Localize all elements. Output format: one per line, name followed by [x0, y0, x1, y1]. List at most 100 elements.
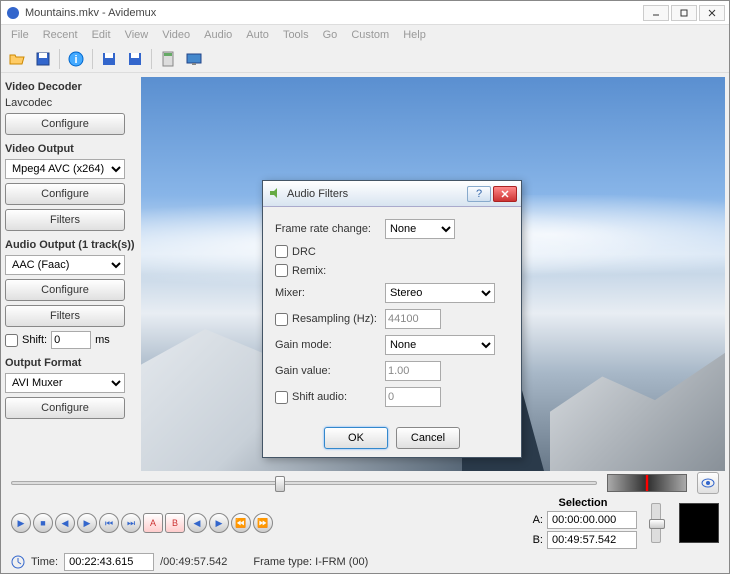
video-output-label: Video Output: [5, 143, 137, 155]
shift-label: Shift:: [22, 334, 47, 346]
volume-thumb[interactable]: [649, 519, 665, 529]
drc-label: DRC: [292, 246, 316, 258]
save-icon[interactable]: [31, 47, 55, 71]
timeline-row: [1, 471, 729, 495]
gain-mode-label: Gain mode:: [275, 339, 377, 351]
gain-value-input[interactable]: 1.00: [385, 361, 441, 381]
output-format-label: Output Format: [5, 357, 137, 369]
open-icon[interactable]: [5, 47, 29, 71]
last-frame-button[interactable]: ⏩: [253, 513, 273, 533]
timeline-thumb[interactable]: [275, 476, 285, 492]
frame-type: Frame type: I-FRM (00): [253, 556, 368, 568]
mixer-label: Mixer:: [275, 287, 377, 299]
save-audio-icon[interactable]: [123, 47, 147, 71]
close-button[interactable]: [699, 5, 725, 21]
output-format-select[interactable]: AVI Muxer: [5, 373, 125, 393]
selection-panel: Selection A:00:00:00.000 B:00:49:57.542: [529, 497, 637, 549]
clock-icon: [11, 555, 25, 569]
resampling-checkbox[interactable]: [275, 313, 288, 326]
time-label: Time:: [31, 556, 58, 568]
remix-checkbox[interactable]: [275, 264, 288, 277]
set-marker-a-button[interactable]: A: [143, 513, 163, 533]
prev-keyframe-button[interactable]: ⏮: [99, 513, 119, 533]
ok-button[interactable]: OK: [324, 427, 388, 449]
svg-text:i: i: [74, 54, 77, 66]
toolbar: i: [1, 45, 729, 73]
menu-tools[interactable]: Tools: [277, 27, 315, 43]
time-input[interactable]: [64, 553, 154, 571]
menu-edit[interactable]: Edit: [86, 27, 117, 43]
menu-go[interactable]: Go: [317, 27, 344, 43]
dialog-close-button[interactable]: [493, 186, 517, 202]
next-black-frame-button[interactable]: ▶: [209, 513, 229, 533]
menu-custom[interactable]: Custom: [345, 27, 395, 43]
audio-output-configure-button[interactable]: Configure: [5, 279, 125, 301]
resampling-input[interactable]: 44100: [385, 309, 441, 329]
sidebar: Video Decoder Lavcodec Configure Video O…: [1, 73, 141, 471]
shift-input[interactable]: [51, 331, 91, 349]
preview-toggle-button[interactable]: [697, 472, 719, 494]
menu-file[interactable]: File: [5, 27, 35, 43]
display-icon[interactable]: [182, 47, 206, 71]
mixer-select[interactable]: Stereo: [385, 283, 495, 303]
menu-view[interactable]: View: [119, 27, 155, 43]
video-decoder-label: Video Decoder: [5, 81, 137, 93]
first-frame-button[interactable]: ⏪: [231, 513, 251, 533]
menu-recent[interactable]: Recent: [37, 27, 84, 43]
volume-slider[interactable]: [651, 503, 661, 543]
next-frame-button[interactable]: ▶: [77, 513, 97, 533]
frame-rate-select[interactable]: None: [385, 219, 455, 239]
selection-b-label: B:: [529, 534, 543, 546]
video-output-filters-button[interactable]: Filters: [5, 209, 125, 231]
shift-unit: ms: [95, 334, 110, 346]
menu-audio[interactable]: Audio: [198, 27, 238, 43]
dialog-titlebar[interactable]: Audio Filters ?: [263, 181, 521, 207]
minimize-button[interactable]: [643, 5, 669, 21]
video-output-configure-button[interactable]: Configure: [5, 183, 125, 205]
titlebar: Mountains.mkv - Avidemux: [1, 1, 729, 25]
status-bar: Time: /00:49:57.542 Frame type: I-FRM (0…: [1, 551, 729, 573]
play-button[interactable]: ▶: [11, 513, 31, 533]
audio-filters-dialog: Audio Filters ? Frame rate change: None …: [262, 180, 522, 458]
app-icon: [5, 5, 21, 21]
output-format-configure-button[interactable]: Configure: [5, 397, 125, 419]
video-decoder-configure-button[interactable]: Configure: [5, 113, 125, 135]
shift-audio-checkbox[interactable]: [275, 391, 288, 404]
timeline-slider[interactable]: [11, 481, 597, 485]
cancel-button[interactable]: Cancel: [396, 427, 460, 449]
time-total: /00:49:57.542: [160, 556, 227, 568]
calculator-icon[interactable]: [156, 47, 180, 71]
shift-audio-input[interactable]: 0: [385, 387, 441, 407]
remix-label: Remix:: [292, 265, 326, 277]
dialog-title: Audio Filters: [287, 188, 467, 200]
video-decoder-codec: Lavcodec: [5, 97, 137, 109]
dialog-help-button[interactable]: ?: [467, 186, 491, 202]
frame-rate-label: Frame rate change:: [275, 223, 377, 235]
drc-checkbox[interactable]: [275, 245, 288, 258]
shift-audio-label: Shift audio:: [292, 391, 347, 403]
shift-checkbox[interactable]: [5, 334, 18, 347]
audio-output-select[interactable]: AAC (Faac): [5, 255, 125, 275]
info-icon[interactable]: i: [64, 47, 88, 71]
stop-button[interactable]: ■: [33, 513, 53, 533]
playback-controls: ▶ ■ ◀ ▶ ⏮ ⏭ A B ◀ ▶ ⏪ ⏩: [11, 513, 273, 533]
menu-auto[interactable]: Auto: [240, 27, 275, 43]
vu-meter: [607, 474, 687, 492]
selection-label: Selection: [529, 497, 637, 509]
maximize-button[interactable]: [671, 5, 697, 21]
next-keyframe-button[interactable]: ⏭: [121, 513, 141, 533]
menubar: File Recent Edit View Video Audio Auto T…: [1, 25, 729, 45]
prev-black-frame-button[interactable]: ◀: [187, 513, 207, 533]
set-marker-b-button[interactable]: B: [165, 513, 185, 533]
gain-value-label: Gain value:: [275, 365, 377, 377]
menu-video[interactable]: Video: [156, 27, 196, 43]
save-video-icon[interactable]: [97, 47, 121, 71]
selection-b-value: 00:49:57.542: [547, 531, 637, 549]
audio-output-filters-button[interactable]: Filters: [5, 305, 125, 327]
video-output-select[interactable]: Mpeg4 AVC (x264): [5, 159, 125, 179]
gain-mode-select[interactable]: None: [385, 335, 495, 355]
menu-help[interactable]: Help: [397, 27, 432, 43]
prev-frame-button[interactable]: ◀: [55, 513, 75, 533]
audio-level-display: [679, 503, 719, 543]
resampling-label: Resampling (Hz):: [292, 313, 377, 325]
